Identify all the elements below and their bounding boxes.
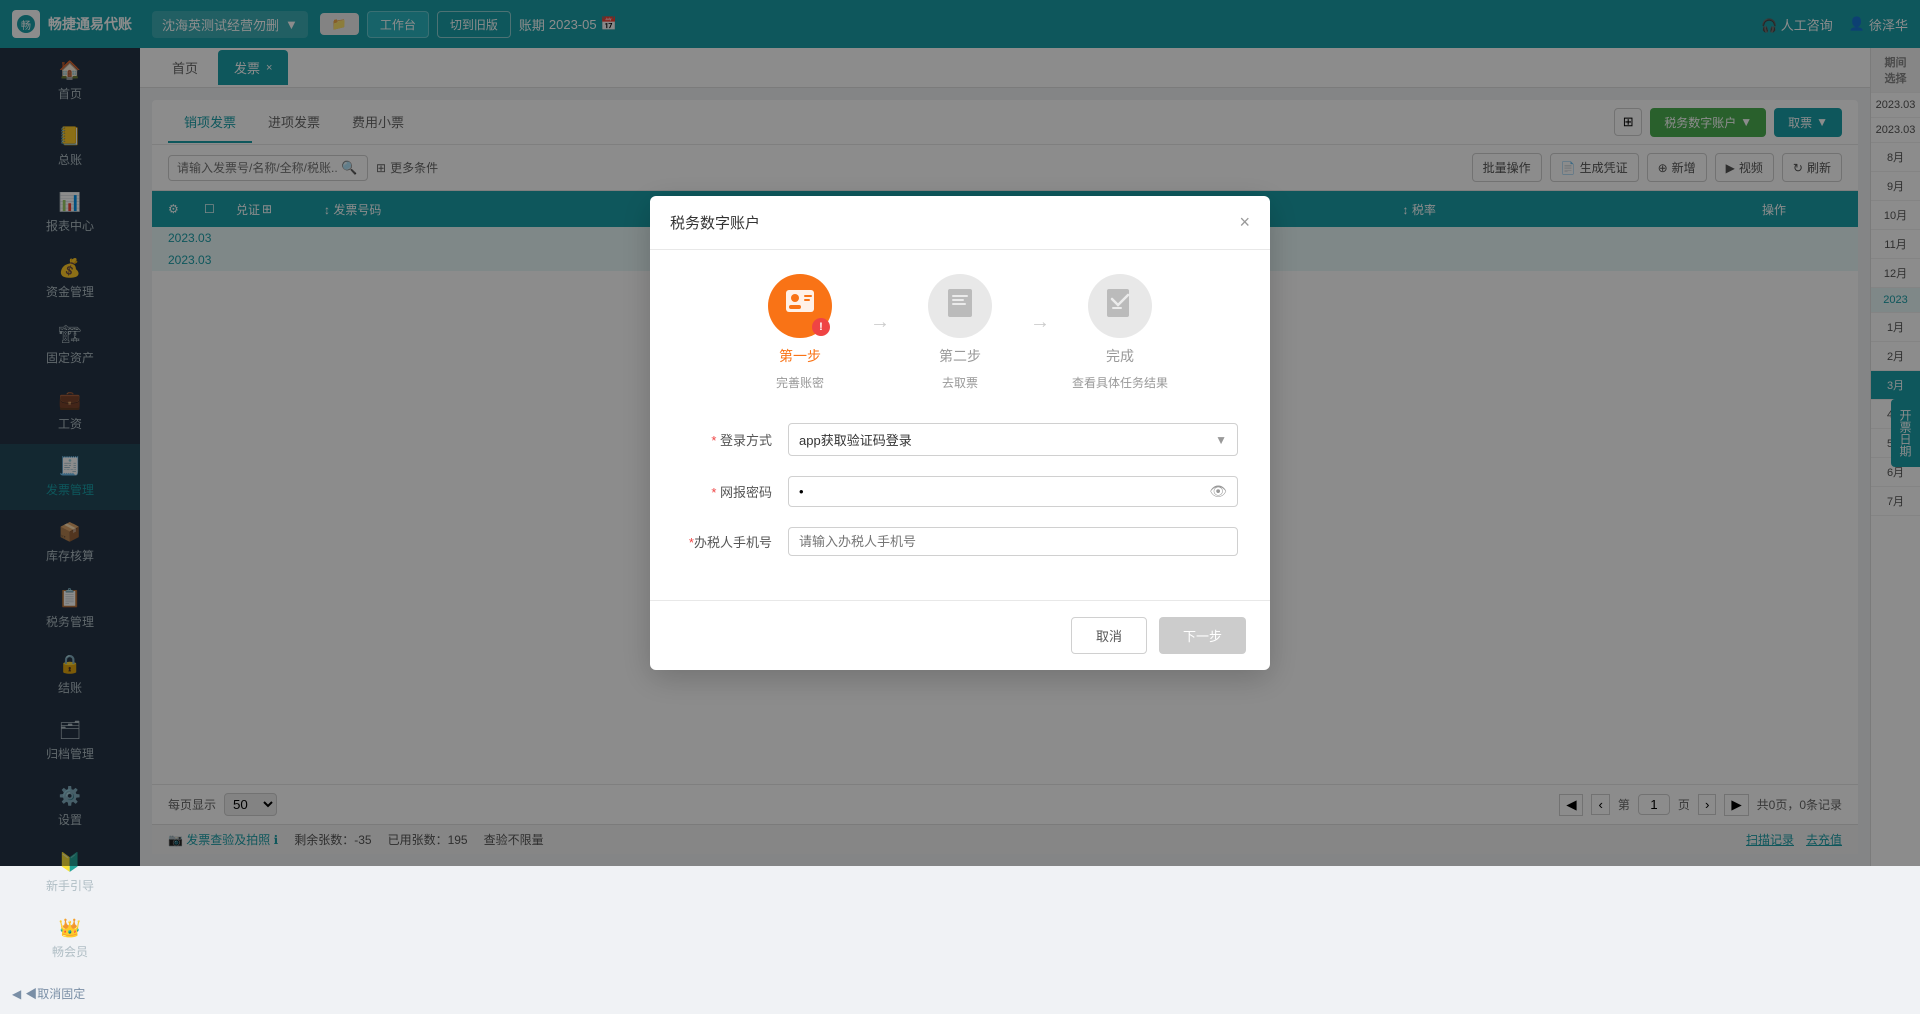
step-2-icon-wrap [928, 274, 992, 338]
step-1-name: 第一步 [779, 346, 821, 366]
login-method-value: app获取验证码登录 [799, 430, 1215, 449]
password-label: * 网报密码 [682, 482, 772, 501]
step-2-icon [942, 285, 978, 328]
step-1: ! 第一步 完善账密 [740, 274, 860, 391]
modal-header: 税务数字账户 × [650, 196, 1270, 250]
eye-icon[interactable]: 👁 [1209, 483, 1227, 500]
form-row-phone: *办税人手机号 [682, 527, 1238, 556]
phone-label: *办税人手机号 [682, 532, 772, 551]
modal-body: ! 第一步 完善账密 → [650, 250, 1270, 600]
step-arrow-1: → [860, 311, 900, 334]
modal-footer: 取消 下一步 [650, 600, 1270, 670]
collapse-label: ◀取消固定 [25, 985, 85, 1002]
password-field[interactable]: 👁 [788, 476, 1238, 507]
sidebar-collapse-btn[interactable]: ◀ ◀取消固定 [0, 972, 140, 1014]
step-1-badge: ! [812, 318, 830, 336]
modal-dialog: 税务数字账户 × [650, 196, 1270, 670]
form-row-login-method: * 登录方式 app获取验证码登录 ▼ [682, 423, 1238, 456]
step-2-desc: 去取票 [942, 374, 978, 391]
sidebar-item-vip[interactable]: 👑 畅会员 [0, 906, 140, 972]
login-method-arrow: ▼ [1215, 433, 1227, 447]
cancel-btn[interactable]: 取消 [1071, 617, 1147, 654]
sidebar-label-guide: 新手引导 [46, 877, 94, 894]
step-1-icon-wrap: ! [768, 274, 832, 338]
phone-field[interactable] [788, 527, 1238, 556]
next-btn[interactable]: 下一步 [1159, 617, 1246, 654]
step-3: 完成 查看具体任务结果 [1060, 274, 1180, 391]
modal-close-btn[interactable]: × [1239, 212, 1250, 233]
login-method-label: * 登录方式 [682, 430, 772, 449]
step-1-desc: 完善账密 [776, 374, 824, 391]
step-3-icon-wrap [1088, 274, 1152, 338]
vip-icon: 👑 [59, 918, 81, 939]
steps-indicator: ! 第一步 完善账密 → [682, 274, 1238, 391]
password-input[interactable] [799, 484, 1209, 499]
step-2-name: 第二步 [939, 346, 981, 366]
step-3-desc: 查看具体任务结果 [1072, 374, 1168, 391]
login-method-field[interactable]: app获取验证码登录 ▼ [788, 423, 1238, 456]
modal-overlay[interactable]: 税务数字账户 × [0, 0, 1920, 866]
step-3-name: 完成 [1106, 346, 1134, 366]
sidebar-label-vip: 畅会员 [52, 943, 88, 960]
phone-input[interactable] [799, 534, 1227, 549]
modal-form: * 登录方式 app获取验证码登录 ▼ * 网报密码 👁 [682, 423, 1238, 556]
step-2: 第二步 去取票 [900, 274, 1020, 391]
step-3-icon [1102, 285, 1138, 328]
modal-title: 税务数字账户 [670, 212, 760, 233]
step-arrow-2: → [1020, 311, 1060, 334]
form-row-password: * 网报密码 👁 [682, 476, 1238, 507]
collapse-icon: ◀ [12, 987, 21, 1001]
